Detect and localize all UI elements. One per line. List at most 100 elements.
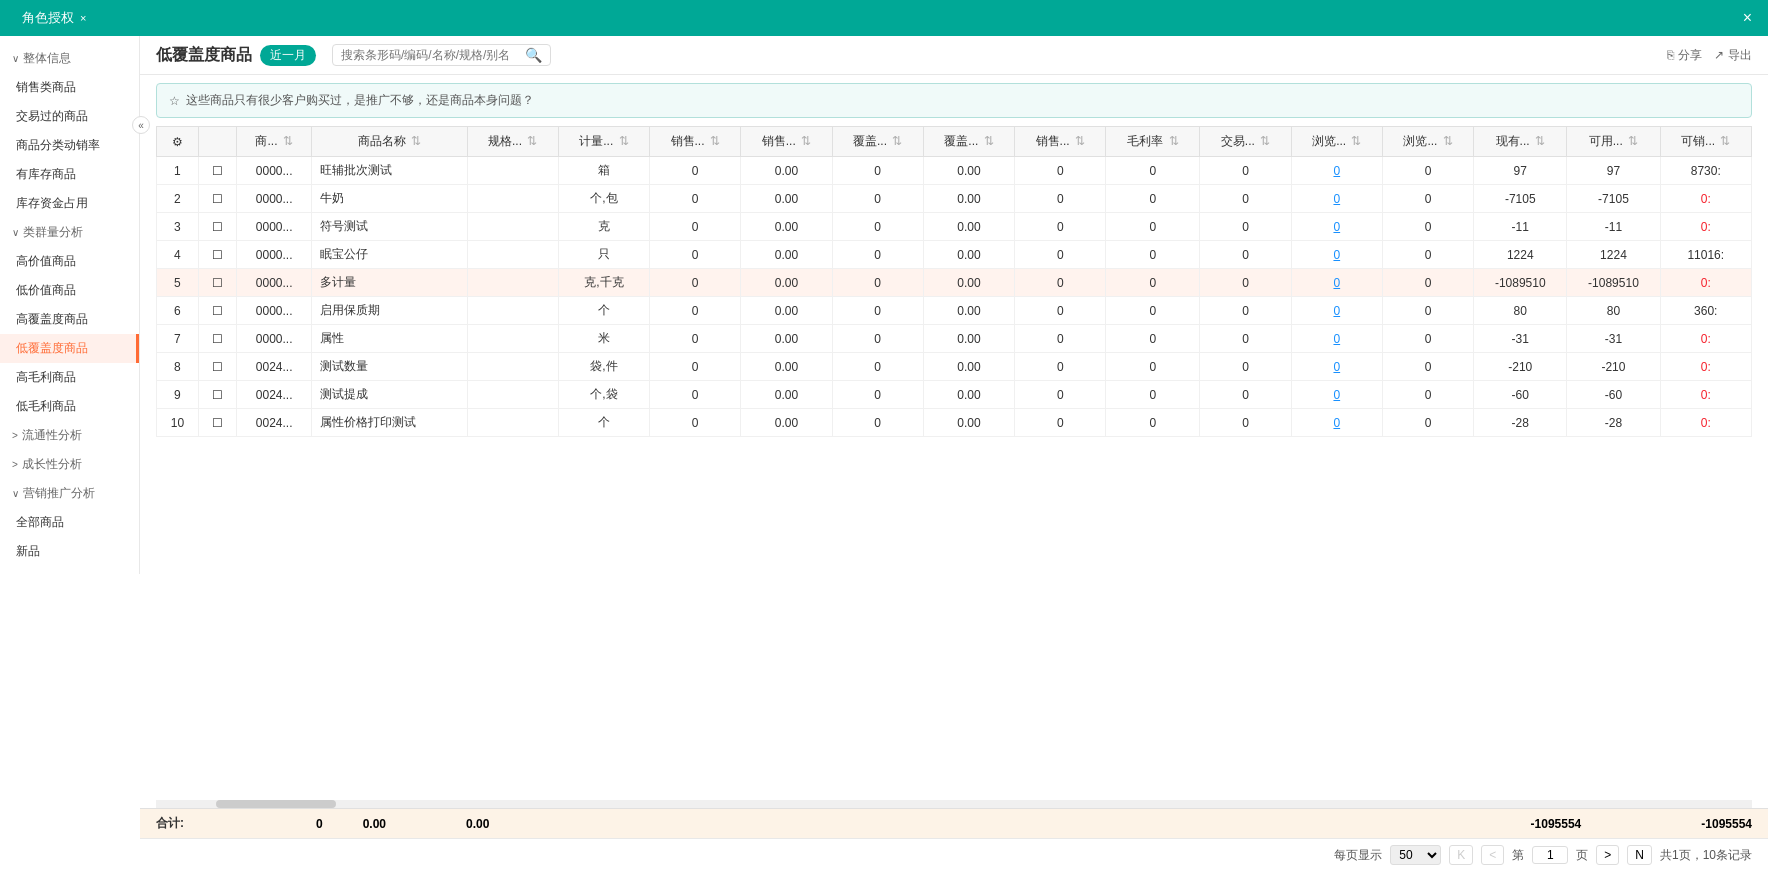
col-header-sales3[interactable]: 销售... ⇅ bbox=[1015, 127, 1106, 157]
sidebar-item-低覆盖度商品[interactable]: 低覆盖度商品 bbox=[0, 334, 139, 363]
row-view2: 0 bbox=[1382, 157, 1473, 185]
export-button[interactable]: ↗ 导出 bbox=[1714, 47, 1752, 64]
last-page-button[interactable]: N bbox=[1627, 845, 1652, 865]
share-button[interactable]: ⎘ 分享 bbox=[1667, 47, 1702, 64]
per-page-select[interactable]: 102050100 bbox=[1390, 845, 1441, 865]
table-row: 6☐0000...启用保质期个00.0000.00000008080360: bbox=[157, 297, 1752, 325]
row-name: 属性价格打印测试 bbox=[312, 409, 467, 437]
row-number: 6 bbox=[157, 297, 199, 325]
col-header-spec[interactable]: 规格... ⇅ bbox=[467, 127, 558, 157]
sidebar: ∨整体信息销售类商品交易过的商品商品分类动销率有库存商品库存资金占用∨类群量分析… bbox=[0, 36, 140, 574]
sidebar-collapse-button[interactable]: « bbox=[132, 116, 150, 134]
col-header-code[interactable]: 商... ⇅ bbox=[237, 127, 312, 157]
sidebar-item-低价值商品[interactable]: 低价值商品 bbox=[0, 276, 139, 305]
row-sales3: 0 bbox=[1015, 213, 1106, 241]
col-header-sales2[interactable]: 销售... ⇅ bbox=[741, 127, 832, 157]
row-current: -1089510 bbox=[1474, 269, 1567, 297]
sidebar-item-销售类商品[interactable]: 销售类商品 bbox=[0, 73, 139, 102]
row-number: 2 bbox=[157, 185, 199, 213]
row-available: -11 bbox=[1567, 213, 1660, 241]
col-header-checkbox[interactable] bbox=[198, 127, 237, 157]
row-cover1: 0 bbox=[832, 381, 923, 409]
row-cover1: 0 bbox=[832, 353, 923, 381]
row-checkbox[interactable]: ☐ bbox=[198, 269, 237, 297]
row-view1: 0 bbox=[1291, 241, 1382, 269]
row-gross: 0 bbox=[1106, 325, 1200, 353]
close-all-button[interactable]: × bbox=[1735, 9, 1760, 27]
row-sales3: 0 bbox=[1015, 353, 1106, 381]
sidebar-section-成长性分析[interactable]: >成长性分析 bbox=[0, 450, 139, 479]
first-page-button[interactable]: K bbox=[1449, 845, 1473, 865]
next-page-button[interactable]: > bbox=[1596, 845, 1619, 865]
sidebar-item-低毛利商品[interactable]: 低毛利商品 bbox=[0, 392, 139, 421]
col-header-cover1[interactable]: 覆盖... ⇅ bbox=[832, 127, 923, 157]
col-header-gross[interactable]: 毛利率 ⇅ bbox=[1106, 127, 1200, 157]
row-checkbox[interactable]: ☐ bbox=[198, 381, 237, 409]
row-view2: 0 bbox=[1382, 409, 1473, 437]
row-checkbox[interactable]: ☐ bbox=[198, 409, 237, 437]
row-number: 10 bbox=[157, 409, 199, 437]
row-unit: 个 bbox=[558, 297, 649, 325]
sidebar-section-类群量分析[interactable]: ∨类群量分析 bbox=[0, 218, 139, 247]
row-sales2: 0.00 bbox=[741, 157, 832, 185]
nav-tab-角色授权[interactable]: 角色授权 × bbox=[8, 0, 126, 36]
sidebar-item-库存资金占用[interactable]: 库存资金占用 bbox=[0, 189, 139, 218]
row-spec bbox=[467, 241, 558, 269]
sidebar-item-高价值商品[interactable]: 高价值商品 bbox=[0, 247, 139, 276]
search-box: 🔍 bbox=[332, 44, 551, 66]
page-number-input[interactable] bbox=[1532, 846, 1568, 864]
horizontal-scrollbar[interactable] bbox=[156, 800, 1752, 808]
row-checkbox[interactable]: ☐ bbox=[198, 353, 237, 381]
col-header-cover2[interactable]: 覆盖... ⇅ bbox=[923, 127, 1014, 157]
sidebar-item-交易过的商品[interactable]: 交易过的商品 bbox=[0, 102, 139, 131]
total-label: 合计: bbox=[156, 815, 296, 832]
row-spec bbox=[467, 381, 558, 409]
sidebar-item-商品分类动销率[interactable]: 商品分类动销率 bbox=[0, 131, 139, 160]
col-header-name[interactable]: 商品名称 ⇅ bbox=[312, 127, 467, 157]
row-checkbox[interactable]: ☐ bbox=[198, 185, 237, 213]
row-cover2: 0.00 bbox=[923, 269, 1014, 297]
sidebar-item-全部商品[interactable]: 全部商品 bbox=[0, 508, 139, 537]
row-sales2: 0.00 bbox=[741, 409, 832, 437]
col-header-settings[interactable]: ⚙ bbox=[157, 127, 199, 157]
row-sales1: 0 bbox=[650, 297, 741, 325]
row-view2: 0 bbox=[1382, 353, 1473, 381]
search-icon[interactable]: 🔍 bbox=[525, 47, 542, 63]
col-header-saleable[interactable]: 可销... ⇅ bbox=[1660, 127, 1751, 157]
prev-page-button[interactable]: < bbox=[1481, 845, 1504, 865]
row-checkbox[interactable]: ☐ bbox=[198, 325, 237, 353]
sidebar-item-有库存商品[interactable]: 有库存商品 bbox=[0, 160, 139, 189]
col-header-available[interactable]: 可用... ⇅ bbox=[1567, 127, 1660, 157]
row-current: -31 bbox=[1474, 325, 1567, 353]
row-checkbox[interactable]: ☐ bbox=[198, 157, 237, 185]
sidebar-section-营销推广分析[interactable]: ∨营销推广分析 bbox=[0, 479, 139, 508]
col-header-view2[interactable]: 浏览... ⇅ bbox=[1382, 127, 1473, 157]
row-checkbox[interactable]: ☐ bbox=[198, 241, 237, 269]
row-unit: 个 bbox=[558, 409, 649, 437]
row-trade: 0 bbox=[1200, 157, 1291, 185]
col-header-unit[interactable]: 计量... ⇅ bbox=[558, 127, 649, 157]
row-trade: 0 bbox=[1200, 381, 1291, 409]
row-available: 1224 bbox=[1567, 241, 1660, 269]
row-view2: 0 bbox=[1382, 297, 1473, 325]
sort-icon: ⇅ bbox=[283, 134, 293, 148]
sidebar-section-整体信息[interactable]: ∨整体信息 bbox=[0, 44, 139, 73]
sidebar-item-高毛利商品[interactable]: 高毛利商品 bbox=[0, 363, 139, 392]
col-header-sales1[interactable]: 销售... ⇅ bbox=[650, 127, 741, 157]
col-header-view1[interactable]: 浏览... ⇅ bbox=[1291, 127, 1382, 157]
row-cover2: 0.00 bbox=[923, 297, 1014, 325]
sidebar-item-高覆盖度商品[interactable]: 高覆盖度商品 bbox=[0, 305, 139, 334]
col-header-current[interactable]: 现有... ⇅ bbox=[1474, 127, 1567, 157]
row-sales3: 0 bbox=[1015, 241, 1106, 269]
row-checkbox[interactable]: ☐ bbox=[198, 297, 237, 325]
scrollbar-thumb[interactable] bbox=[216, 800, 336, 808]
time-filter-button[interactable]: 近一月 bbox=[260, 45, 316, 66]
search-input[interactable] bbox=[341, 48, 521, 62]
sidebar-section-流通性分析[interactable]: >流通性分析 bbox=[0, 421, 139, 450]
row-view1: 0 bbox=[1291, 297, 1382, 325]
tab-close-icon[interactable]: × bbox=[80, 0, 86, 36]
row-checkbox[interactable]: ☐ bbox=[198, 213, 237, 241]
sidebar-item-新品[interactable]: 新品 bbox=[0, 537, 139, 566]
row-name: 多计量 bbox=[312, 269, 467, 297]
col-header-trade[interactable]: 交易... ⇅ bbox=[1200, 127, 1291, 157]
